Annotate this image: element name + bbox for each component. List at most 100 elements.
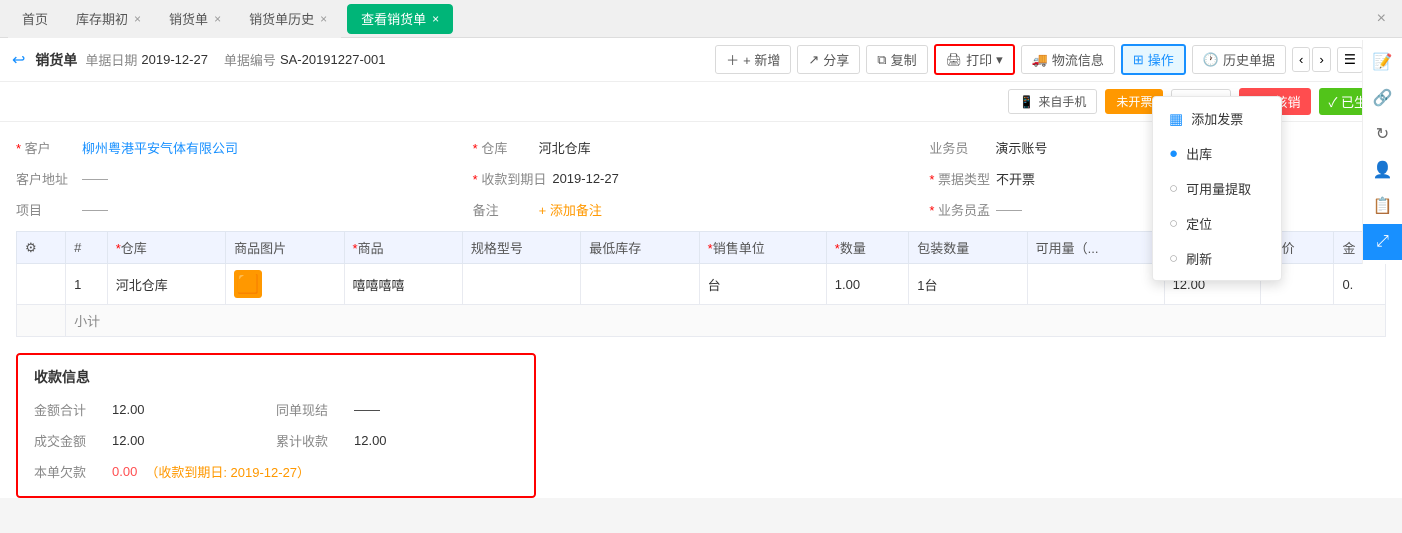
warehouse-label: 仓库 <box>473 138 533 157</box>
payment-section: 收款信息 金额合计 12.00 同单现结 —— 成交金额 12.00 累计收款 … <box>16 353 536 498</box>
sidebar-log-button[interactable]: 📋 <box>1363 188 1402 224</box>
row-warehouse: 河北仓库 <box>107 264 225 305</box>
tab-home[interactable]: 首页 <box>8 0 62 38</box>
sidebar-link-button[interactable]: 🔗 <box>1363 80 1402 116</box>
row-product-img: 🟧 <box>226 264 344 305</box>
tab-history[interactable]: 销货单历史 × <box>235 0 341 38</box>
total-row: 金额合计 12.00 <box>34 397 276 422</box>
row-unit: 台 <box>699 264 826 305</box>
share-button[interactable]: ↗ 分享 <box>797 45 860 74</box>
due-date-value: 2019-12-27 <box>552 171 619 186</box>
meta-number-value: SA-20191227-001 <box>280 52 386 67</box>
list-view-button[interactable]: ☰ <box>1337 47 1363 73</box>
tab-view-sales-label: 查看销货单 <box>361 9 426 28</box>
warehouse-value[interactable]: 河北仓库 <box>539 138 591 157</box>
address-label: 客户地址 <box>16 169 76 188</box>
row-min-stock <box>581 264 699 305</box>
col-spec-header: 规格型号 <box>462 232 580 264</box>
project-field: 项目 —— <box>16 194 473 225</box>
add-invoice-label: 添加发票 <box>1191 109 1243 128</box>
tab-inventory[interactable]: 库存期初 × <box>62 0 155 38</box>
row-settings[interactable] <box>17 264 66 305</box>
employee-value: 演示账号 <box>995 138 1047 157</box>
form-meta: 单据日期 2019-12-27 单据编号 SA-20191227-001 <box>85 50 385 69</box>
qty-fetch-label: 可用量提取 <box>1186 179 1251 198</box>
row-amount: 0. <box>1334 264 1386 305</box>
arrear-note: （收款到期日: 2019-12-27） <box>145 462 310 481</box>
sidebar-notes-button[interactable]: 📝 <box>1363 44 1402 80</box>
subtotal-row: 小计 <box>17 305 1386 337</box>
sidebar-expand-button[interactable]: ⤢ <box>1363 224 1402 260</box>
nav-arrows: ‹ › <box>1292 47 1331 72</box>
col-available-header: 可用量（... <box>1027 232 1164 264</box>
due-date-label: 收款到期日 <box>473 169 547 188</box>
window-close-button[interactable]: × <box>1369 10 1394 28</box>
col-product-header: *商品 <box>344 232 462 264</box>
add-button[interactable]: ＋ + 新增 <box>715 45 791 74</box>
col-warehouse-header: *仓库 <box>107 232 225 264</box>
transaction-label: 成交金额 <box>34 431 104 450</box>
locate-icon: ○ <box>1169 215 1178 232</box>
from-phone-button[interactable]: 📱 来自手机 <box>1008 89 1097 114</box>
customer-value[interactable]: 柳州粤港平安气体有限公司 <box>82 138 238 157</box>
dropdown-overlay: ▦ 添加发票 ● 出库 ○ 可用量提取 ○ 定位 ○ 刷新 <box>1152 96 1282 281</box>
tab-sales-label: 销货单 <box>169 9 208 28</box>
same-order-label: 同单现结 <box>276 400 346 419</box>
copy-button[interactable]: ⧉ 复制 <box>866 45 927 74</box>
copy-icon: ⧉ <box>877 52 886 68</box>
cumulative-value: 12.00 <box>354 433 387 448</box>
qty-fetch-icon: ○ <box>1169 180 1178 197</box>
refresh-icon: ○ <box>1169 250 1178 267</box>
add-note-button[interactable]: + 添加备注 <box>539 200 602 219</box>
customer-field: 客户 柳州粤港平安气体有限公司 <box>16 132 473 163</box>
prev-button[interactable]: ‹ <box>1292 47 1310 72</box>
col-settings-header[interactable]: ⚙ <box>17 232 66 264</box>
toolbar-actions: ＋ + 新增 ↗ 分享 ⧉ 复制 🖨 打印 ▾ 🚚 物流信息 ⊞ <box>715 44 1390 75</box>
project-label: 项目 <box>16 200 76 219</box>
cumulative-row: 累计收款 12.00 <box>276 428 518 453</box>
tab-view-sales-close[interactable]: × <box>432 12 439 26</box>
customer-label: 客户 <box>16 138 76 157</box>
payment-grid: 金额合计 12.00 同单现结 —— 成交金额 12.00 累计收款 12.00… <box>34 397 518 484</box>
logistics-button[interactable]: 🚚 物流信息 <box>1021 45 1115 74</box>
tab-inventory-close[interactable]: × <box>134 12 141 26</box>
tab-view-sales[interactable]: 查看销货单 × <box>347 4 453 34</box>
locate-label: 定位 <box>1186 214 1212 233</box>
total-value: 12.00 <box>112 402 145 417</box>
employee-label: 业务员 <box>929 138 989 157</box>
dropdown-out-stock[interactable]: ● 出库 <box>1153 136 1281 171</box>
sidebar-user-button[interactable]: 👤 <box>1363 152 1402 188</box>
project-value: —— <box>82 202 108 217</box>
phone-icon: 📱 <box>1019 95 1034 109</box>
print-button[interactable]: 🖨 打印 ▾ <box>934 44 1015 75</box>
tab-history-close[interactable]: × <box>320 12 327 26</box>
history-icon: 🕐 <box>1203 52 1219 68</box>
arrear-label: 本单欠款 <box>34 462 104 481</box>
next-button[interactable]: › <box>1312 47 1330 72</box>
operate-button[interactable]: ⊞ 操作 <box>1121 44 1186 75</box>
dropdown-refresh[interactable]: ○ 刷新 <box>1153 241 1281 276</box>
col-min-stock-header: 最低库存 <box>581 232 699 264</box>
print-icon: 🖨 <box>946 52 963 68</box>
tab-home-label: 首页 <box>22 9 48 28</box>
dropdown-menu: ▦ 添加发票 ● 出库 ○ 可用量提取 ○ 定位 ○ 刷新 <box>1152 96 1282 281</box>
row-product[interactable]: 嘻嘻嘻嘻 <box>344 264 462 305</box>
meta-date-label: 单据日期 <box>85 50 137 69</box>
dropdown-qty-fetch[interactable]: ○ 可用量提取 <box>1153 171 1281 206</box>
meta-date-value: 2019-12-27 <box>141 52 208 67</box>
form-type-label: 销货单 <box>35 50 77 70</box>
meta-number: 单据编号 SA-20191227-001 <box>224 50 386 69</box>
dropdown-add-invoice[interactable]: ▦ 添加发票 <box>1153 101 1281 136</box>
tab-sales-close[interactable]: × <box>214 12 221 26</box>
cumulative-label: 累计收款 <box>276 431 346 450</box>
tab-sales[interactable]: 销货单 × <box>155 0 235 38</box>
history-button[interactable]: 🕐 历史单据 <box>1192 45 1286 74</box>
col-product-img-header: 商品图片 <box>226 232 344 264</box>
add-invoice-icon: ▦ <box>1169 110 1183 128</box>
payment-title: 收款信息 <box>34 367 518 387</box>
subtotal-label: 小计 <box>66 305 1386 337</box>
sidebar-refresh-button[interactable]: ↻ <box>1363 116 1402 152</box>
row-qty: 1.00 <box>826 264 908 305</box>
row-spec <box>462 264 580 305</box>
dropdown-locate[interactable]: ○ 定位 <box>1153 206 1281 241</box>
